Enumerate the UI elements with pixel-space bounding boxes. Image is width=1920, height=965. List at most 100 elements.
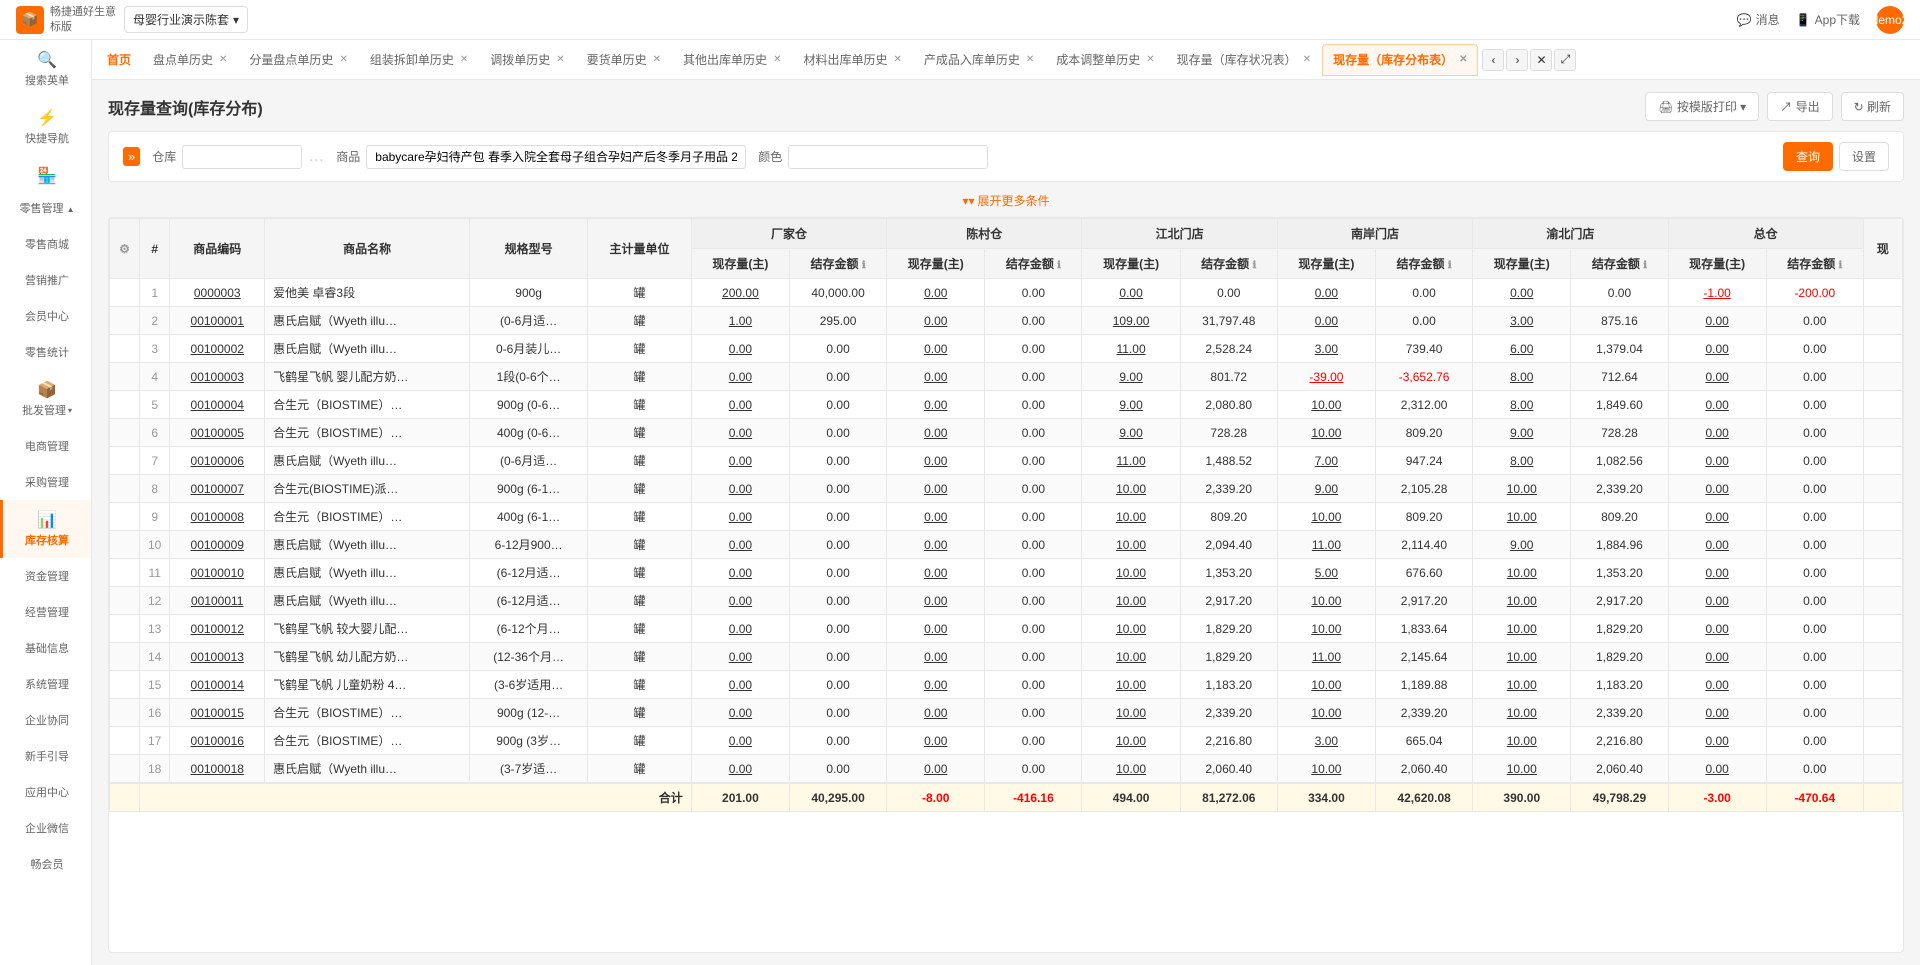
- cell-yb-qty[interactable]: 8.00: [1473, 391, 1571, 419]
- cell-na-qty[interactable]: 11.00: [1277, 531, 1375, 559]
- tab-fpd-history[interactable]: 分量盘点单历史 ✕: [238, 44, 358, 76]
- cell-code[interactable]: 00100005: [170, 419, 265, 447]
- tab-td-history[interactable]: 调拨单历史 ✕: [479, 44, 575, 76]
- cell-yb-qty[interactable]: 10.00: [1473, 587, 1571, 615]
- sidebar-item-retail-mall[interactable]: 零售商城: [0, 226, 91, 262]
- sidebar-item-member[interactable]: 会员中心: [0, 298, 91, 334]
- cell-jb-qty[interactable]: 10.00: [1082, 699, 1180, 727]
- cell-na-qty[interactable]: 9.00: [1277, 475, 1375, 503]
- product-input[interactable]: [366, 145, 746, 169]
- cell-tot-qty[interactable]: 0.00: [1668, 335, 1766, 363]
- expand-toggle[interactable]: »: [123, 147, 140, 166]
- cell-yb-qty[interactable]: 9.00: [1473, 531, 1571, 559]
- cell-na-qty[interactable]: 10.00: [1277, 671, 1375, 699]
- tab-cbtz-history-close[interactable]: ✕: [1146, 54, 1154, 65]
- cell-cw-qty[interactable]: 0.00: [887, 559, 985, 587]
- settings-gear-icon[interactable]: ⚙: [119, 242, 130, 256]
- cell-code[interactable]: 00100009: [170, 531, 265, 559]
- tab-xzcl-fbt[interactable]: 现存量（库存分布表） ✕: [1322, 44, 1478, 76]
- cell-cw-qty[interactable]: 0.00: [887, 615, 985, 643]
- tab-next-btn[interactable]: ›: [1506, 49, 1528, 71]
- cell-tot-qty[interactable]: 0.00: [1668, 727, 1766, 755]
- cell-yb-qty[interactable]: 0.00: [1473, 279, 1571, 307]
- cell-tot-qty[interactable]: 0.00: [1668, 671, 1766, 699]
- cell-factory-qty[interactable]: 0.00: [691, 447, 789, 475]
- tab-yh-history[interactable]: 要货单历史 ✕: [576, 44, 672, 76]
- cell-code[interactable]: 00100003: [170, 363, 265, 391]
- cell-yb-qty[interactable]: 10.00: [1473, 699, 1571, 727]
- cell-factory-qty[interactable]: 0.00: [691, 363, 789, 391]
- cell-code[interactable]: 00100016: [170, 727, 265, 755]
- tab-close-all-btn[interactable]: ✕: [1530, 49, 1552, 71]
- cell-jb-qty[interactable]: 10.00: [1082, 671, 1180, 699]
- cell-factory-qty[interactable]: 0.00: [691, 391, 789, 419]
- cell-jb-qty[interactable]: 10.00: [1082, 643, 1180, 671]
- cell-tot-qty[interactable]: 0.00: [1668, 447, 1766, 475]
- cell-factory-qty[interactable]: 0.00: [691, 475, 789, 503]
- cell-code[interactable]: 00100002: [170, 335, 265, 363]
- sidebar-item-search[interactable]: 🔍 搜索英单: [0, 40, 91, 98]
- cell-cw-qty[interactable]: 0.00: [887, 503, 985, 531]
- tab-ccrk-history[interactable]: 产成品入库单历史 ✕: [913, 44, 1045, 76]
- cell-tot-qty[interactable]: -1.00: [1668, 279, 1766, 307]
- cell-tot-qty[interactable]: 0.00: [1668, 587, 1766, 615]
- cell-yb-qty[interactable]: 3.00: [1473, 307, 1571, 335]
- cell-tot-qty[interactable]: 0.00: [1668, 699, 1766, 727]
- tab-cl-history[interactable]: 材料出库单历史 ✕: [792, 44, 912, 76]
- sidebar-item-wholesale[interactable]: 📦 批发管理 ▾: [0, 370, 91, 428]
- cell-na-qty[interactable]: 10.00: [1277, 755, 1375, 784]
- cell-code[interactable]: 00100015: [170, 699, 265, 727]
- cell-code[interactable]: 00100012: [170, 615, 265, 643]
- cell-yb-qty[interactable]: 10.00: [1473, 475, 1571, 503]
- sidebar-item-apps[interactable]: 应用中心: [0, 774, 91, 810]
- cell-tot-qty[interactable]: 0.00: [1668, 363, 1766, 391]
- sidebar-item-ecommerce[interactable]: 电商管理: [0, 428, 91, 464]
- app-download-btn[interactable]: 📱 App下载: [1796, 11, 1860, 28]
- sidebar-item-wechat[interactable]: 企业微信: [0, 810, 91, 846]
- cell-tot-qty[interactable]: 0.00: [1668, 391, 1766, 419]
- cell-code[interactable]: 00100011: [170, 587, 265, 615]
- cell-yb-qty[interactable]: 10.00: [1473, 503, 1571, 531]
- cell-jb-qty[interactable]: 9.00: [1082, 391, 1180, 419]
- sidebar-item-inventory[interactable]: 📊 库存核算: [0, 500, 91, 558]
- cell-cw-qty[interactable]: 0.00: [887, 671, 985, 699]
- cell-cw-qty[interactable]: 0.00: [887, 447, 985, 475]
- cell-tot-qty[interactable]: 0.00: [1668, 307, 1766, 335]
- sidebar-item-retail[interactable]: 🏪 零售管理 ▲: [0, 156, 91, 226]
- tab-cbtz-history[interactable]: 成本调整单历史 ✕: [1045, 44, 1165, 76]
- cell-code[interactable]: 00100007: [170, 475, 265, 503]
- cell-factory-qty[interactable]: 0.00: [691, 531, 789, 559]
- sidebar-item-guide[interactable]: 新手引导: [0, 738, 91, 774]
- sidebar-item-operations[interactable]: 经营管理: [0, 594, 91, 630]
- cell-jb-qty[interactable]: 10.00: [1082, 587, 1180, 615]
- cell-factory-qty[interactable]: 0.00: [691, 643, 789, 671]
- settings-btn[interactable]: 设置: [1839, 142, 1889, 171]
- cell-jb-qty[interactable]: 10.00: [1082, 559, 1180, 587]
- cell-yb-qty[interactable]: 10.00: [1473, 755, 1571, 784]
- cell-code[interactable]: 00100014: [170, 671, 265, 699]
- cell-jb-qty[interactable]: 11.00: [1082, 335, 1180, 363]
- cell-code[interactable]: 00100001: [170, 307, 265, 335]
- cell-cw-qty[interactable]: 0.00: [887, 643, 985, 671]
- cell-factory-qty[interactable]: 0.00: [691, 615, 789, 643]
- cell-na-qty[interactable]: -39.00: [1277, 363, 1375, 391]
- tab-td-history-close[interactable]: ✕: [556, 54, 564, 65]
- cell-tot-qty[interactable]: 0.00: [1668, 503, 1766, 531]
- cell-cw-qty[interactable]: 0.00: [887, 419, 985, 447]
- cell-tot-qty[interactable]: 0.00: [1668, 755, 1766, 784]
- cell-yb-qty[interactable]: 10.00: [1473, 727, 1571, 755]
- cell-cw-qty[interactable]: 0.00: [887, 699, 985, 727]
- cell-cw-qty[interactable]: 0.00: [887, 391, 985, 419]
- cell-factory-qty[interactable]: 200.00: [691, 279, 789, 307]
- message-btn[interactable]: 💬 消息: [1737, 11, 1780, 28]
- sidebar-item-shortcut[interactable]: ⚡ 快捷导航: [0, 98, 91, 156]
- cell-code[interactable]: 00100018: [170, 755, 265, 784]
- tab-qtck-history-close[interactable]: ✕: [773, 54, 781, 65]
- cell-yb-qty[interactable]: 9.00: [1473, 419, 1571, 447]
- cell-na-qty[interactable]: 10.00: [1277, 587, 1375, 615]
- cell-factory-qty[interactable]: 0.00: [691, 559, 789, 587]
- tab-qtck-history[interactable]: 其他出库单历史 ✕: [672, 44, 792, 76]
- cell-tot-qty[interactable]: 0.00: [1668, 615, 1766, 643]
- cell-jb-qty[interactable]: 10.00: [1082, 503, 1180, 531]
- cell-na-qty[interactable]: 7.00: [1277, 447, 1375, 475]
